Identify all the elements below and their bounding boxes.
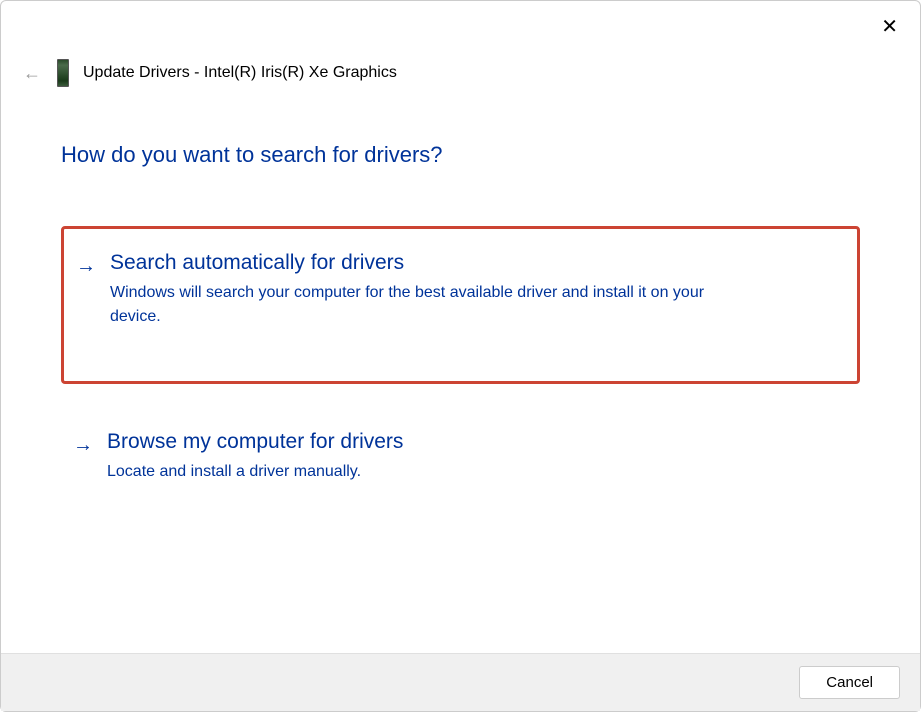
option-title: Browse my computer for drivers [107,430,844,454]
close-icon: ✕ [881,16,898,38]
device-icon [57,59,69,87]
wizard-content: How do you want to search for drivers? →… [1,87,920,506]
option-text-block: Search automatically for drivers Windows… [110,251,841,329]
back-arrow-icon: ← [21,61,43,86]
close-button[interactable]: ✕ [877,13,902,41]
wizard-header: ← Update Drivers - Intel(R) Iris(R) Xe G… [1,1,920,87]
wizard-footer: Cancel [1,653,920,711]
option-browse-computer[interactable]: → Browse my computer for drivers Locate … [61,408,860,506]
option-title: Search automatically for drivers [110,251,841,275]
option-search-automatically[interactable]: → Search automatically for drivers Windo… [61,226,860,384]
option-description: Locate and install a driver manually. [107,460,727,484]
option-description: Windows will search your computer for th… [110,281,730,329]
wizard-question: How do you want to search for drivers? [61,142,860,168]
cancel-button[interactable]: Cancel [799,666,900,699]
wizard-title: Update Drivers - Intel(R) Iris(R) Xe Gra… [83,64,397,82]
arrow-right-icon: → [73,434,93,457]
arrow-right-icon: → [76,255,96,278]
option-text-block: Browse my computer for drivers Locate an… [107,430,844,484]
